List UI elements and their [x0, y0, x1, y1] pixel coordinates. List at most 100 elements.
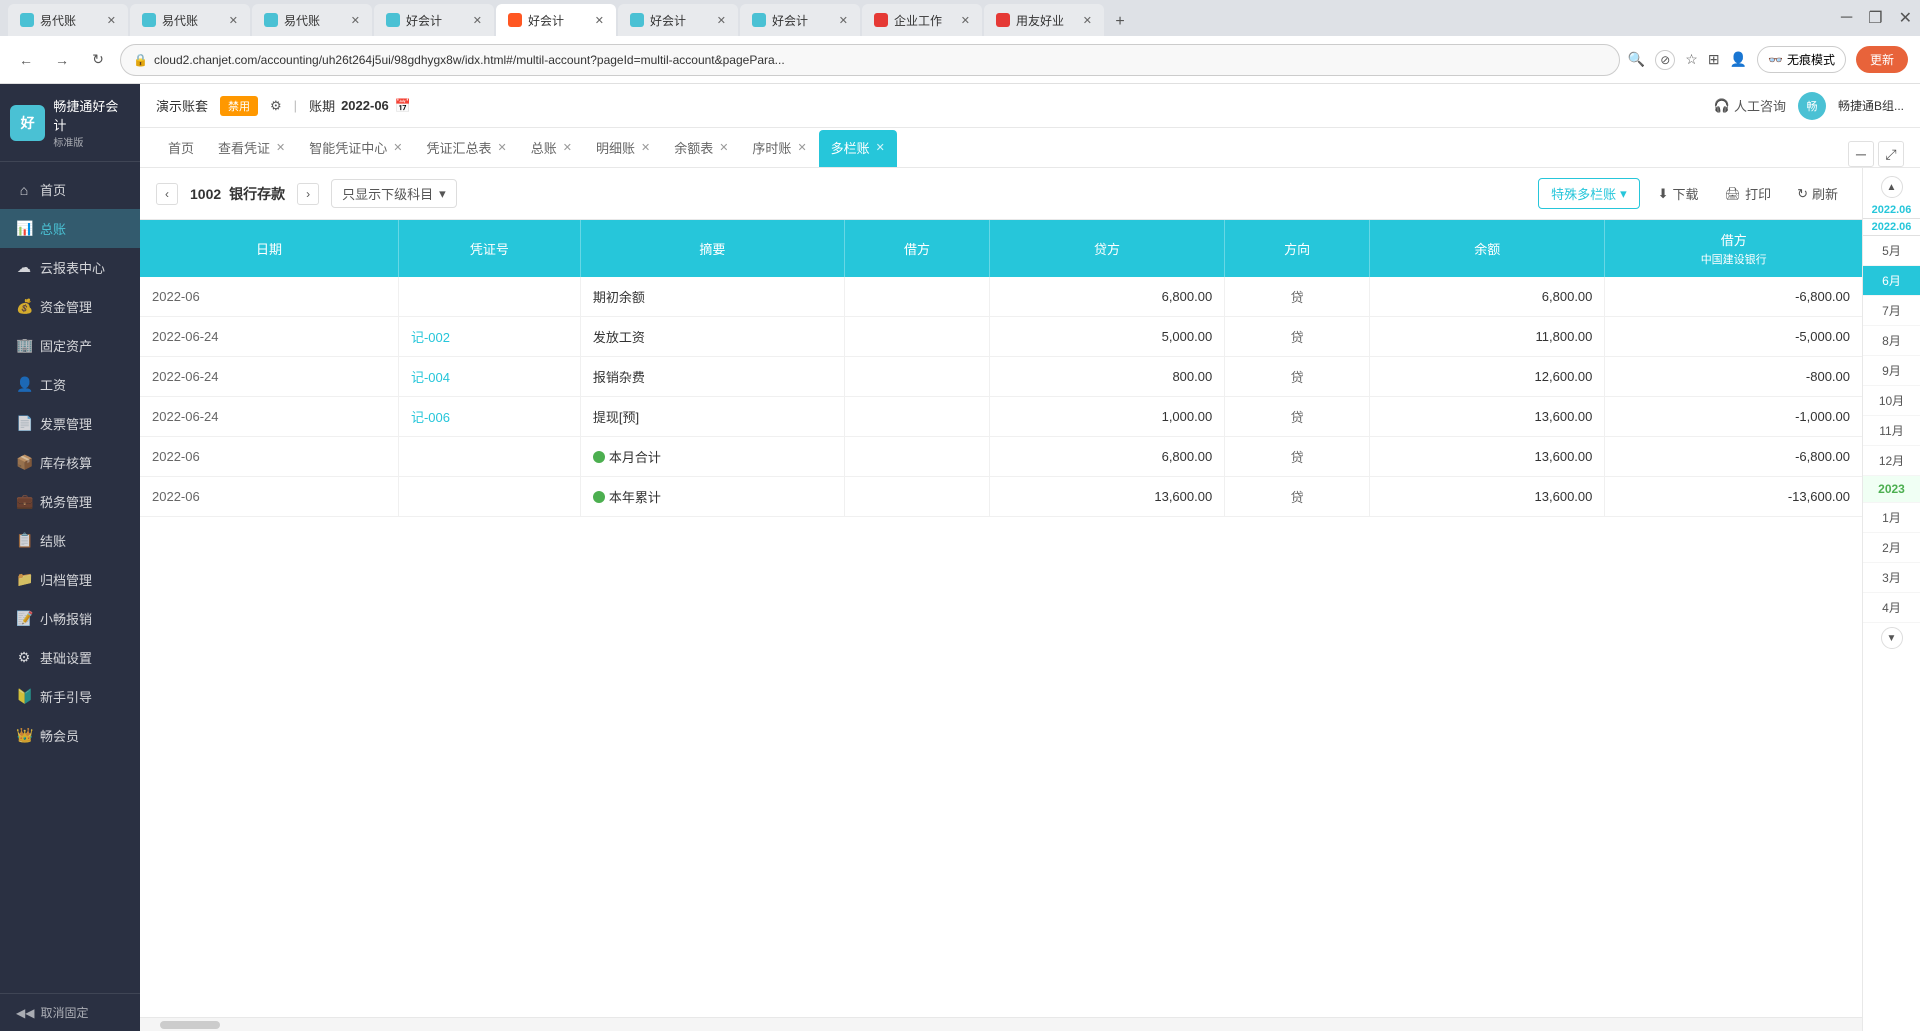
unpin-button[interactable]: ◀◀ 取消固定 — [16, 1004, 124, 1021]
profile-icon[interactable]: 👤 — [1730, 51, 1747, 68]
calendar-down-button[interactable]: ▼ — [1881, 627, 1903, 649]
settings-icon-top[interactable]: ⚙ — [270, 98, 282, 114]
next-account-button[interactable]: › — [297, 183, 319, 205]
user-avatar[interactable]: 畅 — [1798, 92, 1826, 120]
sidebar-item-payroll[interactable]: 👤 工资 — [0, 365, 140, 404]
sidebar-item-invoice[interactable]: 📄 发票管理 — [0, 404, 140, 443]
tab-detail-ledger[interactable]: 明细账 ✕ — [584, 130, 662, 167]
tab-chronological[interactable]: 序时账 ✕ — [740, 130, 818, 167]
tab-chronological-close[interactable]: ✕ — [797, 141, 806, 154]
sidebar-item-fund[interactable]: 💰 资金管理 — [0, 287, 140, 326]
tab-close-3[interactable]: ✕ — [473, 14, 482, 27]
month-12[interactable]: 12月 — [1863, 446, 1920, 476]
cell-voucher-1[interactable]: 记-002 — [398, 317, 580, 357]
month-8[interactable]: 8月 — [1863, 326, 1920, 356]
tab-home[interactable]: 首页 — [156, 130, 206, 167]
tab-smart-voucher-close[interactable]: ✕ — [393, 141, 402, 154]
sidebar-item-expense[interactable]: 📝 小畅报销 — [0, 599, 140, 638]
tab-close-0[interactable]: ✕ — [107, 14, 116, 27]
minimize-button[interactable]: ─ — [1841, 9, 1852, 27]
tab-multi-column-close[interactable]: ✕ — [876, 141, 885, 154]
demo-badge[interactable]: 禁用 — [220, 96, 258, 116]
incognito-button[interactable]: 👓 无痕模式 — [1757, 46, 1846, 73]
month-6[interactable]: 6月 — [1863, 266, 1920, 296]
sidebar-item-inventory[interactable]: 📦 库存核算 — [0, 443, 140, 482]
sidebar-item-tax[interactable]: 💼 税务管理 — [0, 482, 140, 521]
tab-detail-ledger-close[interactable]: ✕ — [641, 141, 650, 154]
tab-general-ledger-close[interactable]: ✕ — [563, 141, 572, 154]
maximize-panel-button[interactable]: ⤢ — [1878, 141, 1904, 167]
browser-tab-7[interactable]: 企业工作 ✕ — [862, 4, 982, 36]
browser-tab-4[interactable]: 好会计 ✕ — [496, 4, 616, 36]
browser-tab-8[interactable]: 用友好业 ✕ — [984, 4, 1104, 36]
tab-balance-close[interactable]: ✕ — [719, 141, 728, 154]
download-button[interactable]: ⬇ 下载 — [1650, 179, 1707, 208]
sidebar-item-home[interactable]: ⌂ 首页 — [0, 170, 140, 209]
tab-close-7[interactable]: ✕ — [961, 14, 970, 27]
calendar-icon[interactable]: 📅 — [395, 98, 411, 114]
month-5[interactable]: 5月 — [1863, 236, 1920, 266]
prev-account-button[interactable]: ‹ — [156, 183, 178, 205]
browser-tab-6[interactable]: 好会计 ✕ — [740, 4, 860, 36]
browser-tab-2[interactable]: 易代账 ✕ — [252, 4, 372, 36]
tab-close-6[interactable]: ✕ — [839, 14, 848, 27]
sidebar-item-archive[interactable]: 📁 归档管理 — [0, 560, 140, 599]
cell-voucher-3[interactable]: 记-006 — [398, 397, 580, 437]
url-bar[interactable]: 🔒 cloud2.chanjet.com/accounting/uh26t264… — [120, 44, 1620, 76]
month-10[interactable]: 10月 — [1863, 386, 1920, 416]
close-browser-button[interactable]: ✕ — [1899, 8, 1912, 28]
tab-close-1[interactable]: ✕ — [229, 14, 238, 27]
minimize-panel-button[interactable]: ─ — [1848, 141, 1874, 167]
tab-close-2[interactable]: ✕ — [351, 14, 360, 27]
filter-selector[interactable]: 只显示下级科目 ▾ — [331, 179, 457, 208]
browser-tab-3[interactable]: 好会计 ✕ — [374, 4, 494, 36]
tab-view-voucher[interactable]: 查看凭证 ✕ — [206, 130, 297, 167]
refresh-ledger-button[interactable]: ↻ 刷新 — [1789, 179, 1846, 208]
tab-close-8[interactable]: ✕ — [1083, 14, 1092, 27]
cell-voucher-2[interactable]: 记-004 — [398, 357, 580, 397]
sidebar-item-member[interactable]: 👑 畅会员 — [0, 716, 140, 755]
special-column-button[interactable]: 特殊多栏账 ▾ — [1538, 178, 1640, 209]
tab-view-voucher-close[interactable]: ✕ — [276, 141, 285, 154]
consult-button[interactable]: 🎧 人工咨询 — [1714, 96, 1786, 115]
no-track-icon[interactable]: ⊘ — [1655, 50, 1675, 70]
new-tab-button[interactable]: + — [1106, 8, 1134, 36]
month-11[interactable]: 11月 — [1863, 416, 1920, 446]
address-actions: 🔍 ⊘ ☆ ⊞ 👤 👓 无痕模式 更新 — [1628, 46, 1908, 73]
month-9[interactable]: 9月 — [1863, 356, 1920, 386]
calendar-up-button[interactable]: ▲ — [1881, 176, 1903, 198]
tab-smart-voucher[interactable]: 智能凭证中心 ✕ — [297, 130, 414, 167]
bookmark-icon[interactable]: ☆ — [1685, 51, 1698, 68]
month-2023-2[interactable]: 2月 — [1863, 533, 1920, 563]
tab-general-ledger[interactable]: 总账 ✕ — [519, 130, 584, 167]
browser-tab-1[interactable]: 易代账 ✕ — [130, 4, 250, 36]
sidebar-item-ledger[interactable]: 📊 总账 — [0, 209, 140, 248]
sidebar-item-guide[interactable]: 🔰 新手引导 — [0, 677, 140, 716]
browser-tab-5[interactable]: 好会计 ✕ — [618, 4, 738, 36]
tab-close-4[interactable]: ✕ — [595, 14, 604, 27]
month-2023-1[interactable]: 1月 — [1863, 503, 1920, 533]
print-button[interactable]: 🖨 打印 — [1717, 179, 1780, 208]
sidebar-toggle-icon[interactable]: ⊞ — [1708, 51, 1720, 68]
restore-button[interactable]: ❐ — [1868, 8, 1882, 28]
back-button[interactable]: ← — [12, 46, 40, 74]
sidebar-item-cloud[interactable]: ☁ 云报表中心 — [0, 248, 140, 287]
sidebar-item-settings[interactable]: ⚙ 基础设置 — [0, 638, 140, 677]
month-7[interactable]: 7月 — [1863, 296, 1920, 326]
month-2023-3[interactable]: 3月 — [1863, 563, 1920, 593]
tab-voucher-summary-close[interactable]: ✕ — [498, 141, 507, 154]
scroll-thumb[interactable] — [160, 1021, 220, 1029]
horizontal-scrollbar[interactable] — [140, 1017, 1862, 1031]
search-icon[interactable]: 🔍 — [1628, 51, 1645, 68]
sidebar-item-assets[interactable]: 🏢 固定资产 — [0, 326, 140, 365]
browser-tab-0[interactable]: 易代账 ✕ — [8, 4, 128, 36]
sidebar-item-close[interactable]: 📋 结账 — [0, 521, 140, 560]
refresh-nav-button[interactable]: ↻ — [84, 46, 112, 74]
tab-voucher-summary[interactable]: 凭证汇总表 ✕ — [414, 130, 518, 167]
tab-close-5[interactable]: ✕ — [717, 14, 726, 27]
tab-balance[interactable]: 余额表 ✕ — [662, 130, 740, 167]
forward-button[interactable]: → — [48, 46, 76, 74]
update-button[interactable]: 更新 — [1856, 46, 1908, 73]
tab-multi-column[interactable]: 多栏账 ✕ — [819, 130, 897, 167]
month-2023-4[interactable]: 4月 — [1863, 593, 1920, 623]
